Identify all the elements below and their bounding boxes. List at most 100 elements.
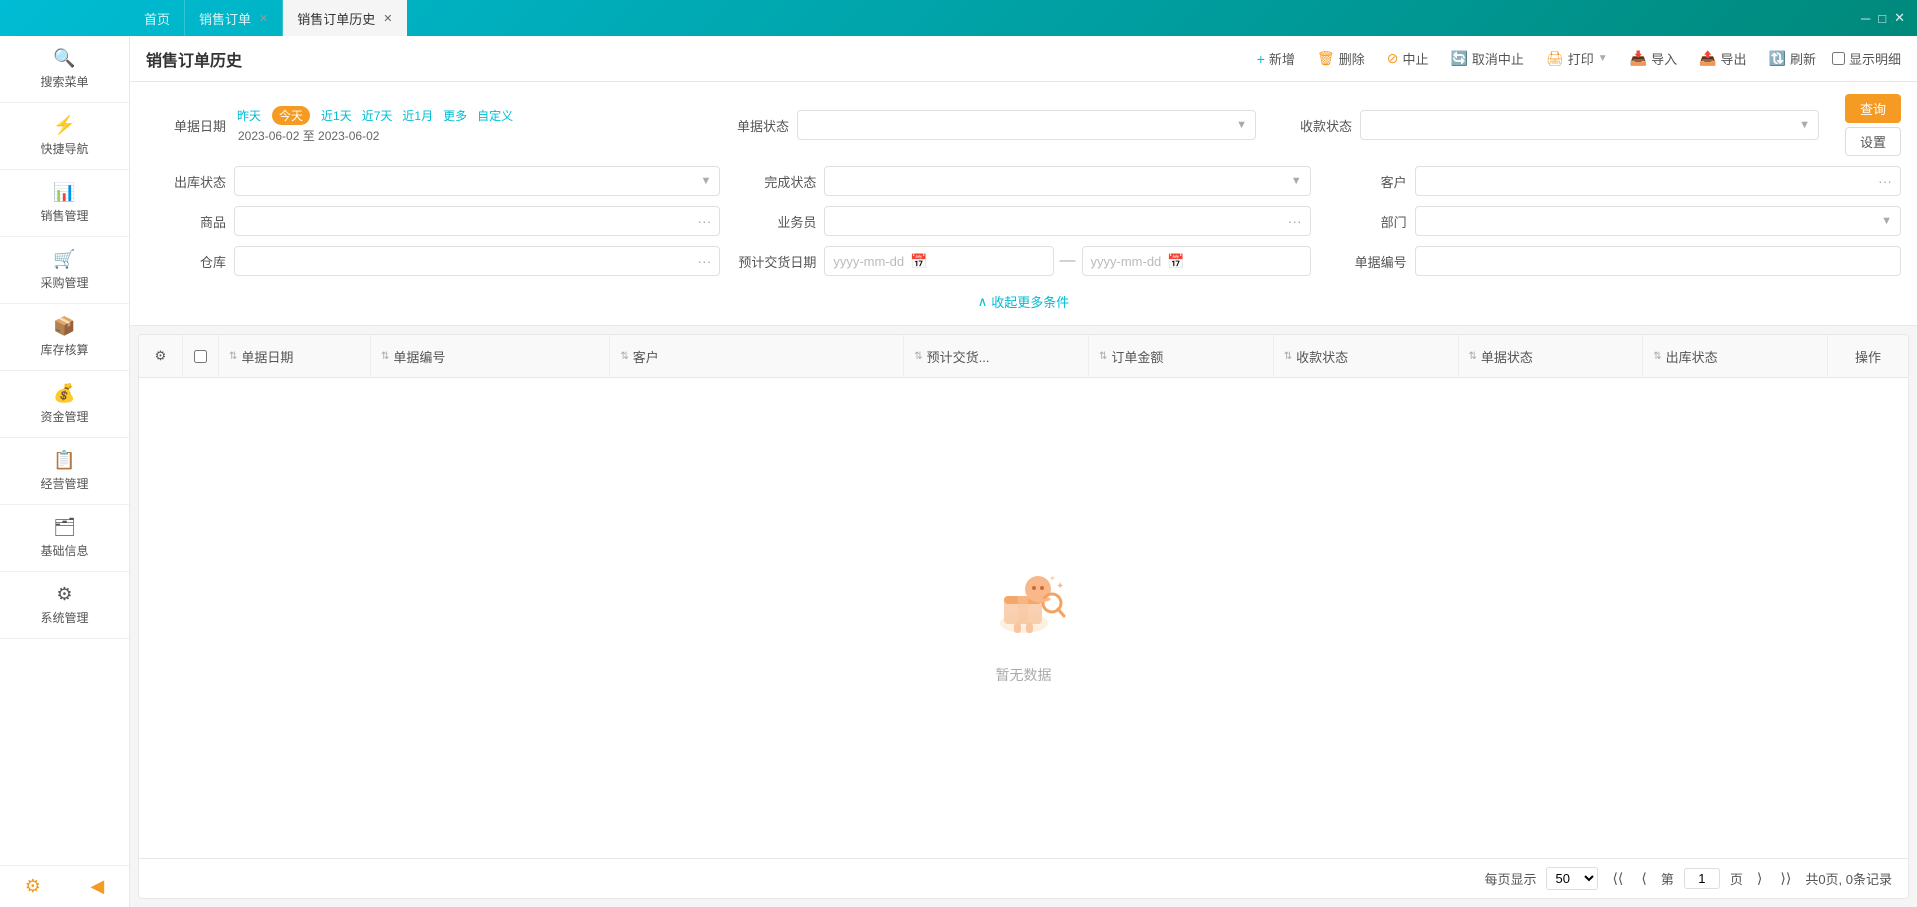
sidebar-item-sales[interactable]: 📊 销售管理 — [0, 170, 129, 237]
complete-status-label: 完成状态 — [736, 172, 816, 191]
dept-arrow-icon: ▼ — [1881, 215, 1892, 227]
pay-status-label: 收款状态 — [1272, 116, 1352, 135]
add-button[interactable]: + 新增 — [1251, 46, 1301, 71]
th-settings[interactable]: ⚙ — [139, 335, 183, 377]
date-today-active[interactable]: 今天 — [272, 106, 310, 125]
date-7days-alt[interactable]: 近7天 — [362, 107, 393, 124]
page-title: 销售订单历史 — [146, 47, 242, 71]
tab-home[interactable]: 首页 — [130, 0, 185, 36]
refresh-icon: 🔃 — [1769, 50, 1786, 67]
tab-sales-order-history-label: 销售订单历史 — [297, 9, 375, 28]
next-page-button[interactable]: ⟩ — [1753, 868, 1766, 889]
refresh-button[interactable]: 🔃 刷新 — [1763, 46, 1822, 71]
query-button[interactable]: 查询 — [1845, 94, 1901, 123]
th-operation: 操作 — [1828, 335, 1908, 377]
show-detail-label: 显示明细 — [1849, 49, 1901, 68]
date-yesterday[interactable]: 昨天 — [237, 107, 261, 124]
doc-num-field[interactable] — [1415, 246, 1901, 276]
th-delivery[interactable]: ⇅ 预计交货... — [904, 335, 1089, 377]
goods-field[interactable]: ··· — [234, 206, 720, 236]
th-pay-status[interactable]: ⇅ 收款状态 — [1274, 335, 1459, 377]
delivery-date-start-placeholder: yyyy-mm-dd — [833, 254, 904, 269]
page-size-select[interactable]: 10 20 50 100 — [1546, 867, 1598, 890]
doc-date-label: 单据日期 — [146, 116, 226, 135]
operations-icon: 📋 — [53, 450, 75, 471]
import-icon: 📥 — [1630, 50, 1647, 67]
sidebar-item-search[interactable]: 🔍 搜索菜单 — [0, 36, 129, 103]
cancel-stop-button[interactable]: 🔄 取消中止 — [1444, 46, 1529, 71]
export-button[interactable]: 📤 导出 — [1693, 46, 1752, 71]
window-close[interactable]: ✕ — [1894, 10, 1905, 26]
sort-doc-date-icon: ⇅ — [229, 351, 237, 362]
goods-dots-icon: ··· — [697, 213, 711, 229]
out-status-field[interactable]: ▼ — [234, 166, 720, 196]
sort-amount-icon: ⇅ — [1099, 351, 1107, 362]
th-doc-date[interactable]: ⇅ 单据日期 — [219, 335, 371, 377]
warehouse-group: 仓库 ··· — [146, 246, 720, 276]
page-number-input[interactable] — [1684, 868, 1720, 889]
prev-page-button[interactable]: ⟨ — [1637, 868, 1650, 889]
print-button[interactable]: 🖨 打印 ▼ — [1540, 46, 1614, 71]
date-more[interactable]: 更多 — [443, 107, 467, 124]
tab-sales-order[interactable]: 销售订单 ✕ — [185, 0, 283, 36]
last-page-button[interactable]: ⟩⟩ — [1776, 868, 1795, 889]
refresh-label: 刷新 — [1790, 49, 1816, 68]
th-operation-label: 操作 — [1855, 347, 1881, 366]
sidebar-settings-icon[interactable]: ⚙ — [25, 876, 41, 897]
first-page-button[interactable]: ⟨⟨ — [1608, 868, 1627, 889]
delete-button[interactable]: 🗑 删除 — [1311, 46, 1371, 71]
delivery-date-end-field[interactable]: yyyy-mm-dd 📅 — [1082, 246, 1311, 276]
sidebar-item-finance[interactable]: 💰 资金管理 — [0, 371, 129, 438]
settings-button[interactable]: 设置 — [1845, 127, 1901, 156]
delivery-date-cal-start-icon: 📅 — [910, 253, 927, 270]
dept-field[interactable]: ▼ — [1415, 206, 1901, 236]
show-detail-checkbox[interactable] — [1832, 52, 1845, 65]
pay-status-field[interactable]: ▼ — [1360, 110, 1819, 140]
tab-sales-order-close[interactable]: ✕ — [259, 12, 268, 25]
th-doc-status[interactable]: ⇅ 单据状态 — [1459, 335, 1644, 377]
th-doc-num[interactable]: ⇅ 单据编号 — [371, 335, 610, 377]
sidebar-item-operations[interactable]: 📋 经营管理 — [0, 438, 129, 505]
th-checkbox[interactable] — [183, 335, 219, 377]
sidebar-collapse-icon[interactable]: ◀ — [90, 876, 104, 897]
customer-dots-icon: ··· — [1878, 173, 1892, 189]
import-button[interactable]: 📥 导入 — [1624, 46, 1683, 71]
sort-doc-num-icon: ⇅ — [381, 351, 389, 362]
delivery-date-start-field[interactable]: yyyy-mm-dd 📅 — [824, 246, 1053, 276]
system-icon: ⚙ — [56, 584, 72, 605]
date-7days[interactable]: 近1天 — [321, 107, 352, 124]
doc-status-field[interactable]: ▼ — [797, 110, 1256, 140]
window-minimize[interactable]: ─ — [1861, 11, 1870, 26]
sidebar-item-system[interactable]: ⚙ 系统管理 — [0, 572, 129, 639]
complete-status-arrow-icon: ▼ — [1291, 175, 1302, 187]
th-amount-label: 订单金额 — [1111, 347, 1163, 366]
stop-button[interactable]: ⊘ 中止 — [1381, 46, 1435, 71]
customer-field[interactable]: ··· — [1415, 166, 1901, 196]
th-out-status[interactable]: ⇅ 出库状态 — [1643, 335, 1828, 377]
sidebar-bottom: ⚙ ◀ — [0, 865, 129, 907]
tab-sales-order-history-close[interactable]: ✕ — [383, 12, 392, 25]
complete-status-field[interactable]: ▼ — [824, 166, 1310, 196]
tab-sales-order-history[interactable]: 销售订单历史 ✕ — [283, 0, 407, 36]
warehouse-field[interactable]: ··· — [234, 246, 720, 276]
salesperson-field[interactable]: ··· — [824, 206, 1310, 236]
delivery-date-group: 预计交货日期 yyyy-mm-dd 📅 — yyyy-mm-dd 📅 — [736, 246, 1310, 276]
th-checkbox-input[interactable] — [194, 350, 207, 363]
th-customer[interactable]: ⇅ 客户 — [610, 335, 904, 377]
sidebar-item-purchase[interactable]: 🛒 采购管理 — [0, 237, 129, 304]
tab-home-label: 首页 — [144, 9, 170, 28]
sidebar-item-quick-nav[interactable]: ⚡ 快捷导航 — [0, 103, 129, 170]
sort-out-status-icon: ⇅ — [1653, 351, 1661, 362]
date-custom[interactable]: 自定义 — [477, 107, 513, 124]
sort-pay-status-icon: ⇅ — [1284, 351, 1292, 362]
window-maximize[interactable]: □ — [1878, 11, 1886, 26]
salesperson-dots-icon: ··· — [1288, 213, 1302, 229]
sidebar-item-inventory[interactable]: 📦 库存核算 — [0, 304, 129, 371]
cancel-stop-icon: 🔄 — [1450, 50, 1467, 67]
date-1month[interactable]: 近1月 — [402, 107, 433, 124]
th-settings-icon: ⚙ — [155, 348, 167, 364]
collapse-row[interactable]: ∧ 收起更多条件 — [146, 286, 1901, 313]
sidebar-item-base[interactable]: 🗂 基础信息 — [0, 505, 129, 572]
dept-label: 部门 — [1327, 212, 1407, 231]
th-amount[interactable]: ⇅ 订单金额 — [1089, 335, 1274, 377]
